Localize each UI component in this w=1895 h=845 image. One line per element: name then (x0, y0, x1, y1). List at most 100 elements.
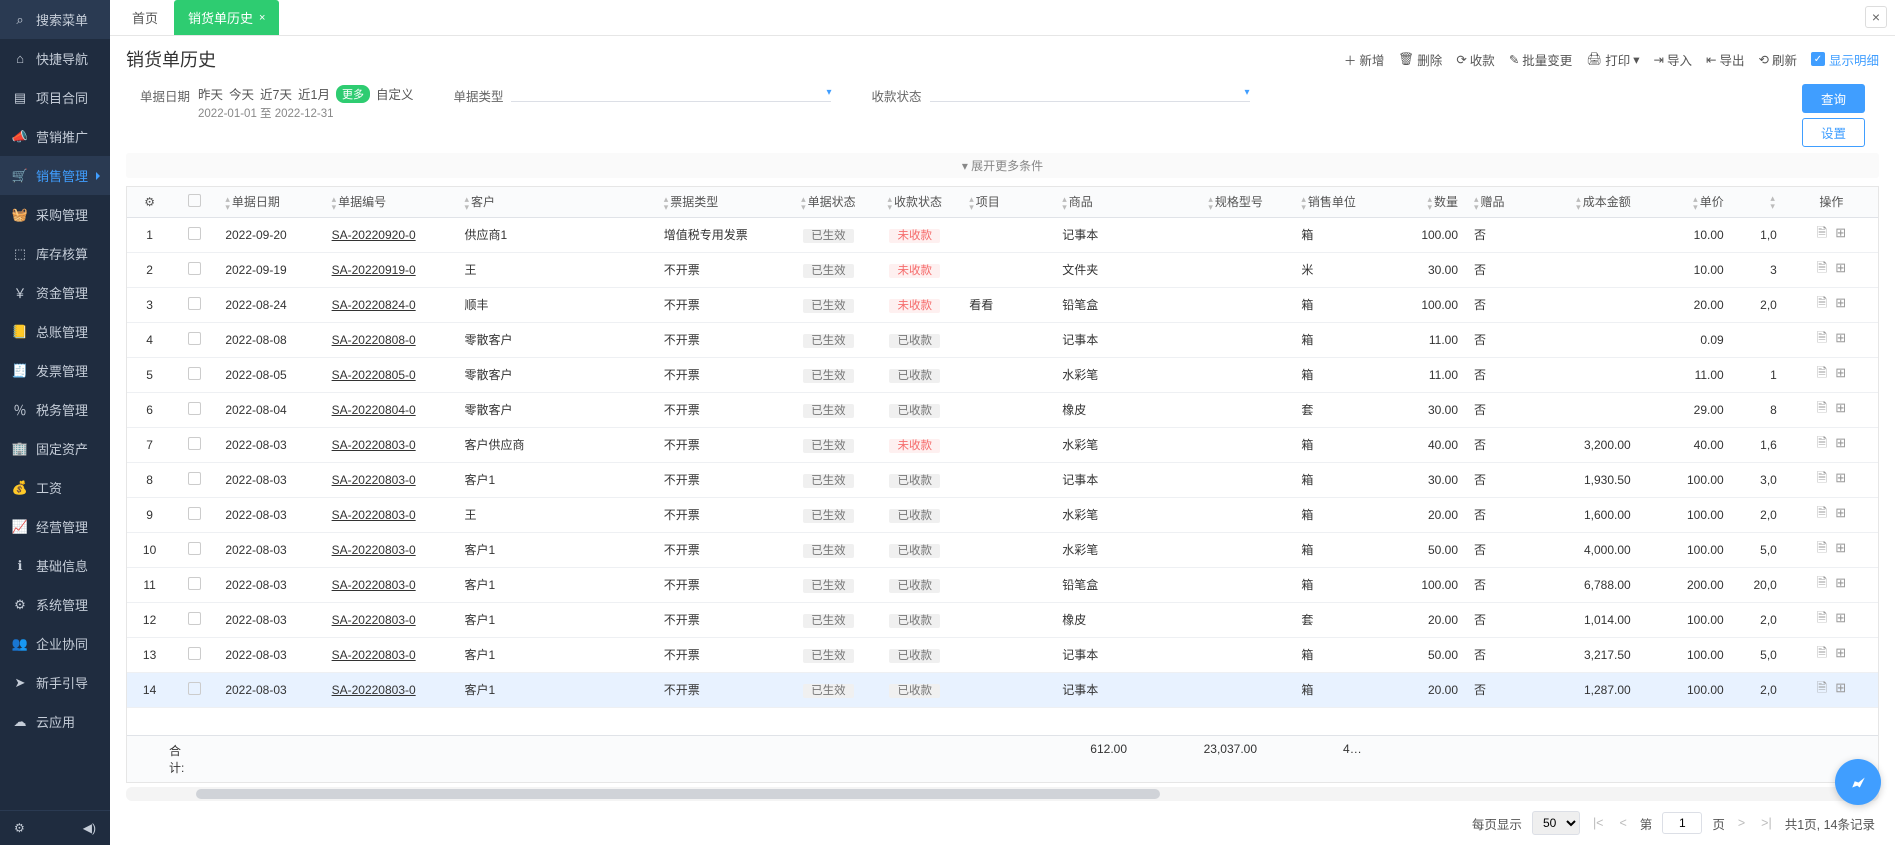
more-icon[interactable]: ⊞ (1835, 225, 1846, 240)
date-quick-link[interactable]: 今天 (229, 84, 254, 103)
col-header[interactable]: ▴▾数量 (1386, 187, 1466, 217)
more-icon[interactable]: ⊞ (1835, 610, 1846, 625)
table-row[interactable]: 52022-08-05SA-20220805-0零散客户不开票已生效已收款水彩笔… (127, 357, 1878, 392)
sidebar-item-5[interactable]: 🧺采购管理 (0, 195, 110, 234)
col-header[interactable]: ▴▾销售单位 (1293, 187, 1386, 217)
col-header[interactable]: ▴▾票据类型 (656, 187, 789, 217)
row-checkbox[interactable] (188, 612, 201, 625)
col-header[interactable]: ▴▾ (1732, 187, 1785, 217)
row-checkbox[interactable] (188, 332, 201, 345)
sidebar-item-10[interactable]: ％税务管理 (0, 390, 110, 429)
page-input[interactable] (1662, 812, 1702, 834)
collapse-icon[interactable]: ◀) (83, 821, 96, 835)
row-checkbox[interactable] (188, 437, 201, 450)
table-row[interactable]: 142022-08-03SA-20220803-0客户1不开票已生效已收款记事本… (127, 672, 1878, 707)
col-header[interactable]: ▴▾项目 (961, 187, 1054, 217)
sidebar-item-11[interactable]: 🏢固定资产 (0, 429, 110, 468)
next-page-button[interactable]: > (1735, 816, 1748, 830)
sidebar-item-6[interactable]: ⬚库存核算 (0, 234, 110, 273)
view-icon[interactable]: 🗎 (1817, 645, 1827, 660)
doc-link[interactable]: SA-20220824-0 (332, 298, 416, 312)
sidebar-item-3[interactable]: 📣营销推广 (0, 117, 110, 156)
table-row[interactable]: 62022-08-04SA-20220804-0零散客户不开票已生效已收款橡皮套… (127, 392, 1878, 427)
col-header[interactable]: ⚙ (127, 187, 172, 217)
view-icon[interactable]: 🗎 (1817, 435, 1827, 450)
date-more-button[interactable]: 更多 (336, 85, 370, 103)
table-row[interactable]: 32022-08-24SA-20220824-0顺丰不开票已生效未收款看看铅笔盒… (127, 287, 1878, 322)
row-checkbox[interactable] (188, 682, 201, 695)
col-header[interactable] (172, 187, 217, 217)
doc-link[interactable]: SA-20220804-0 (332, 403, 416, 417)
sidebar-item-0[interactable]: ⌕搜索菜单 (0, 0, 110, 39)
more-icon[interactable]: ⊞ (1835, 505, 1846, 520)
date-quick-link[interactable]: 近7天 (260, 84, 292, 103)
doc-link[interactable]: SA-20220808-0 (332, 333, 416, 347)
doc-link[interactable]: SA-20220803-0 (332, 438, 416, 452)
row-checkbox[interactable] (188, 367, 201, 380)
export-button[interactable]: ⇤ 导出 (1706, 50, 1745, 69)
table-row[interactable]: 122022-08-03SA-20220803-0客户1不开票已生效已收款橡皮套… (127, 602, 1878, 637)
view-icon[interactable]: 🗎 (1817, 470, 1827, 485)
table-row[interactable]: 22022-09-19SA-20220919-0王不开票已生效未收款文件夹米30… (127, 252, 1878, 287)
date-quick-link[interactable]: 昨天 (198, 84, 223, 103)
doc-link[interactable]: SA-20220920-0 (332, 228, 416, 242)
sidebar-item-8[interactable]: 📒总账管理 (0, 312, 110, 351)
doc-link[interactable]: SA-20220803-0 (332, 473, 416, 487)
more-icon[interactable]: ⊞ (1835, 295, 1846, 310)
doc-link[interactable]: SA-20220803-0 (332, 578, 416, 592)
filter-settings-button[interactable]: 设置 (1802, 118, 1865, 147)
table-row[interactable]: 82022-08-03SA-20220803-0客户1不开票已生效已收款记事本箱… (127, 462, 1878, 497)
expand-filters-button[interactable]: ▾ 展开更多条件 (126, 153, 1879, 178)
table-row[interactable]: 102022-08-03SA-20220803-0客户1不开票已生效已收款水彩笔… (127, 532, 1878, 567)
sidebar-item-13[interactable]: 📈经营管理 (0, 507, 110, 546)
view-icon[interactable]: 🗎 (1817, 540, 1827, 555)
col-header[interactable]: ▴▾单据状态 (789, 187, 869, 217)
type-select[interactable]: ▾ (511, 84, 831, 102)
more-icon[interactable]: ⊞ (1835, 540, 1846, 555)
doc-link[interactable]: SA-20220803-0 (332, 613, 416, 627)
col-header[interactable]: ▴▾赠品 (1466, 187, 1532, 217)
view-icon[interactable]: 🗎 (1817, 330, 1827, 345)
table-row[interactable]: 72022-08-03SA-20220803-0客户供应商不开票已生效未收款水彩… (127, 427, 1878, 462)
view-icon[interactable]: 🗎 (1817, 575, 1827, 590)
row-checkbox[interactable] (188, 472, 201, 485)
date-quick-link[interactable]: 近1月 (298, 84, 330, 103)
checkbox-all[interactable] (188, 194, 201, 207)
tab-0[interactable]: 首页 (118, 0, 172, 35)
col-header[interactable]: ▴▾客户 (456, 187, 655, 217)
row-checkbox[interactable] (188, 577, 201, 590)
prev-page-button[interactable]: < (1616, 816, 1629, 830)
col-header[interactable]: ▴▾单据编号 (324, 187, 457, 217)
last-page-button[interactable]: >| (1758, 816, 1775, 830)
collect-button[interactable]: ⟳ 收款 (1456, 50, 1495, 69)
row-checkbox[interactable] (188, 507, 201, 520)
doc-link[interactable]: SA-20220803-0 (332, 683, 416, 697)
sidebar-item-4[interactable]: 🛒销售管理 (0, 156, 110, 195)
sidebar-item-12[interactable]: 💰工资 (0, 468, 110, 507)
col-header[interactable]: ▴▾单据日期 (217, 187, 323, 217)
first-page-button[interactable]: |< (1590, 816, 1607, 830)
tab-1[interactable]: 销货单历史× (174, 0, 279, 35)
more-icon[interactable]: ⊞ (1835, 645, 1846, 660)
sidebar-item-17[interactable]: ➤新手引导 (0, 663, 110, 702)
view-icon[interactable]: 🗎 (1817, 680, 1827, 695)
col-header[interactable]: 操作 (1785, 187, 1878, 217)
batch-button[interactable]: ✎ 批量变更 (1509, 50, 1573, 69)
sidebar-item-1[interactable]: ⌂快捷导航 (0, 39, 110, 78)
view-icon[interactable]: 🗎 (1817, 295, 1827, 310)
doc-link[interactable]: SA-20220803-0 (332, 543, 416, 557)
row-checkbox[interactable] (188, 647, 201, 660)
row-checkbox[interactable] (188, 227, 201, 240)
date-custom-link[interactable]: 自定义 (376, 84, 414, 103)
doc-link[interactable]: SA-20220803-0 (332, 648, 416, 662)
table-row[interactable]: 132022-08-03SA-20220803-0客户1不开票已生效已收款记事本… (127, 637, 1878, 672)
sidebar-item-18[interactable]: ☁云应用 (0, 702, 110, 741)
per-page-select[interactable]: 50 (1532, 811, 1580, 835)
paystat-select[interactable]: ▾ (930, 84, 1250, 102)
more-icon[interactable]: ⊞ (1835, 330, 1846, 345)
help-fab[interactable] (1835, 759, 1881, 805)
sidebar-item-7[interactable]: ￥资金管理 (0, 273, 110, 312)
gear-icon[interactable]: ⚙ (144, 195, 155, 209)
view-icon[interactable]: 🗎 (1817, 225, 1827, 240)
view-icon[interactable]: 🗎 (1817, 400, 1827, 415)
